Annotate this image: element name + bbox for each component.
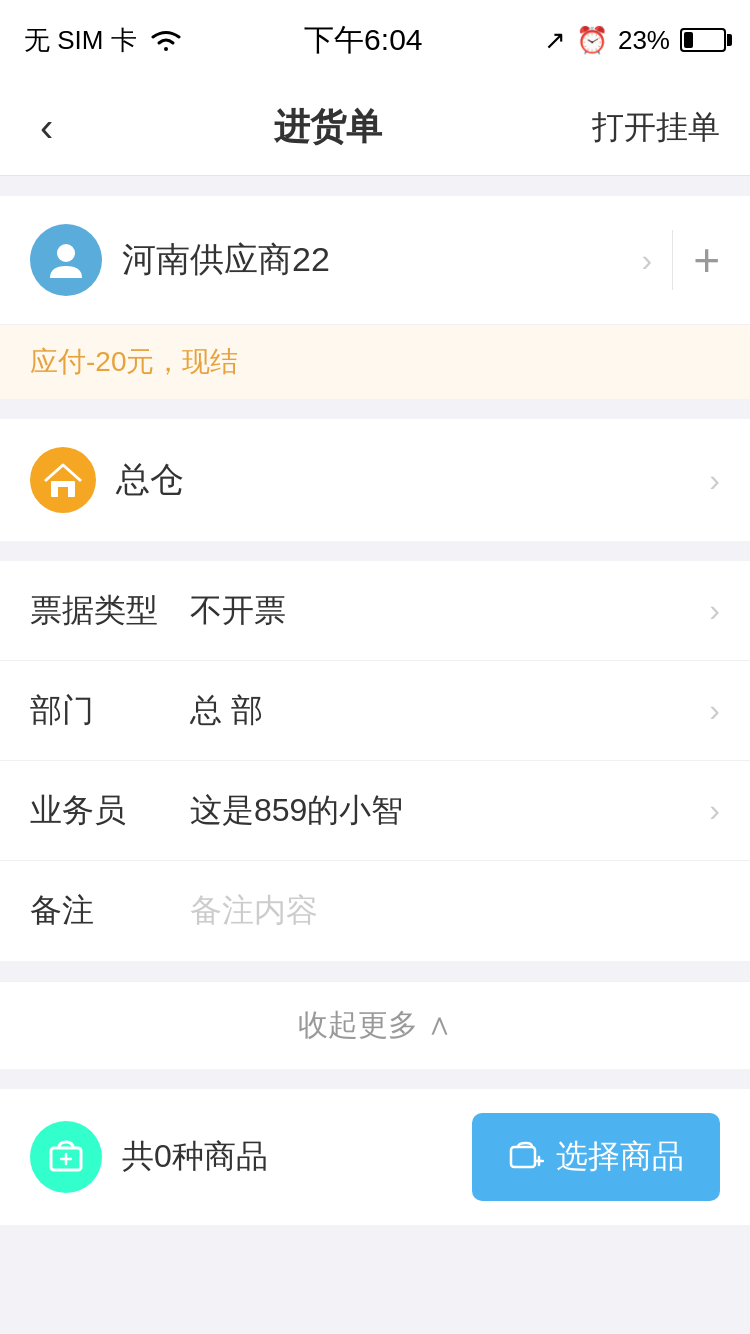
status-time: 下午6:04 (304, 20, 422, 61)
salesperson-value: 这是859的小智 (190, 789, 709, 833)
vertical-divider (672, 230, 673, 290)
supplier-row[interactable]: 河南供应商22 › + (0, 196, 750, 325)
invoice-type-row[interactable]: 票据类型 不开票 › (0, 561, 750, 661)
bottom-bar: 共0种商品 选择商品 (0, 1089, 750, 1225)
supplier-chevron-icon: › (641, 242, 652, 279)
warehouse-row[interactable]: 总仓 › (0, 419, 750, 541)
invoice-type-value: 不开票 (190, 589, 709, 633)
department-label: 部门 (30, 689, 190, 733)
warehouse-chevron-icon: › (709, 462, 720, 499)
alarm-icon: ⏰ (576, 25, 608, 56)
invoice-type-label: 票据类型 (30, 589, 190, 633)
salesperson-chevron-icon: › (709, 792, 720, 829)
select-goods-button[interactable]: 选择商品 (472, 1113, 720, 1201)
cart-icon (45, 1136, 87, 1178)
top-divider (0, 176, 750, 196)
add-supplier-button[interactable]: + (693, 233, 720, 287)
nav-bar: ‹ 进货单 打开挂单 (0, 80, 750, 176)
battery-icon (680, 28, 726, 52)
carrier-text: 无 SIM 卡 (24, 23, 137, 58)
department-value: 总 部 (190, 689, 709, 733)
status-left: 无 SIM 卡 (24, 23, 183, 58)
status-bar: 无 SIM 卡 下午6:04 ↗ ⏰ 23% (0, 0, 750, 80)
cart-icon-wrap (30, 1121, 102, 1193)
wifi-icon (149, 27, 183, 53)
battery-percent: 23% (618, 25, 670, 56)
remark-label: 备注 (30, 889, 190, 933)
person-icon (44, 238, 88, 282)
supplier-name: 河南供应商22 (122, 237, 641, 283)
collapse-bar[interactable]: 收起更多 ∧ (0, 981, 750, 1069)
remark-input[interactable]: 备注内容 (190, 889, 720, 933)
select-goods-label: 选择商品 (556, 1135, 684, 1179)
invoice-type-chevron-icon: › (709, 592, 720, 629)
open-pending-button[interactable]: 打开挂单 (592, 106, 720, 150)
form-section: 票据类型 不开票 › 部门 总 部 › 业务员 这是859的小智 › 备注 备注… (0, 561, 750, 961)
warehouse-name: 总仓 (116, 457, 709, 503)
back-button[interactable]: ‹ (30, 95, 63, 160)
salesperson-row[interactable]: 业务员 这是859的小智 › (0, 761, 750, 861)
goods-count-text: 共0种商品 (122, 1135, 472, 1179)
warehouse-icon (30, 447, 96, 513)
collapse-label: 收起更多 ∧ (298, 1005, 451, 1046)
svg-rect-2 (58, 487, 68, 497)
supplier-section: 河南供应商22 › + 应付-20元，现结 (0, 196, 750, 399)
house-icon (43, 461, 83, 499)
department-row[interactable]: 部门 总 部 › (0, 661, 750, 761)
svg-rect-6 (511, 1147, 535, 1167)
location-icon: ↗ (544, 25, 566, 56)
select-goods-icon (508, 1139, 544, 1175)
warehouse-section: 总仓 › (0, 419, 750, 541)
notice-text: 应付-20元，现结 (30, 346, 238, 377)
remark-row[interactable]: 备注 备注内容 (0, 861, 750, 961)
page-title: 进货单 (274, 103, 382, 152)
svg-point-0 (57, 244, 75, 262)
supplier-avatar (30, 224, 102, 296)
status-right: ↗ ⏰ 23% (544, 25, 726, 56)
department-chevron-icon: › (709, 692, 720, 729)
notice-bar: 应付-20元，现结 (0, 325, 750, 399)
salesperson-label: 业务员 (30, 789, 190, 833)
